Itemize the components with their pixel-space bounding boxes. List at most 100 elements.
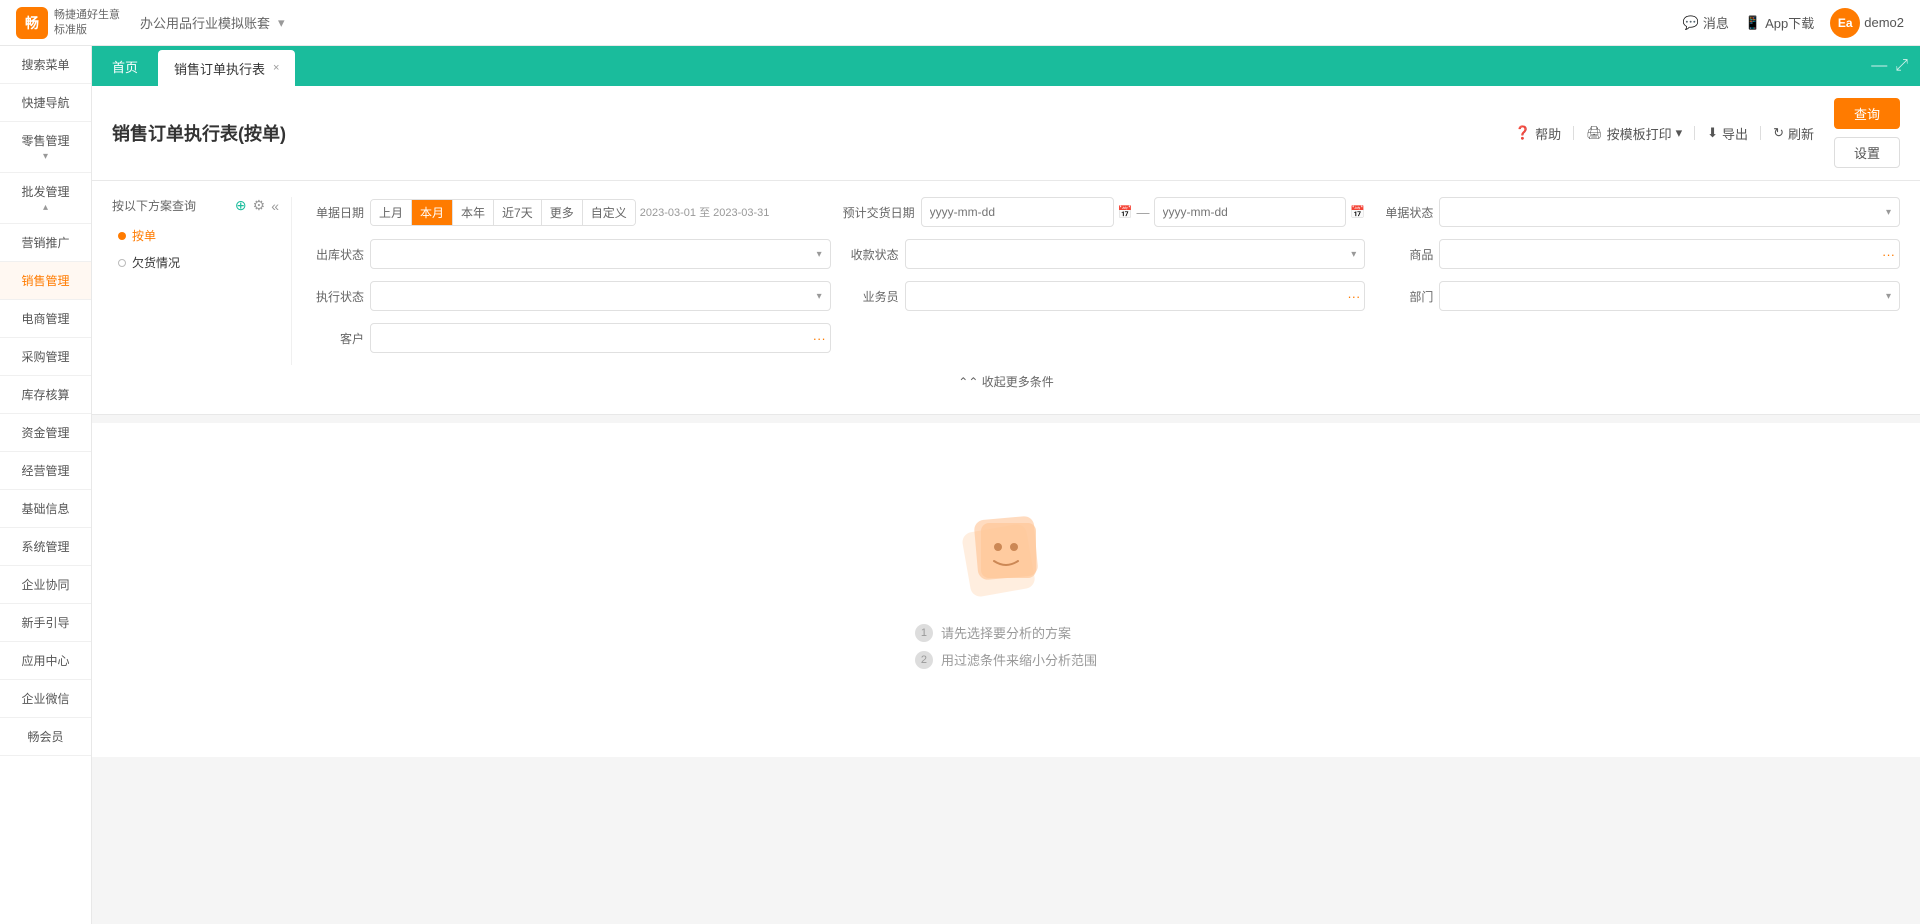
warehouse-status-label: 出库状态 bbox=[308, 246, 364, 263]
solution-item-order[interactable]: 按单 bbox=[112, 222, 279, 249]
sidebar-item-purchase[interactable]: 采购管理 bbox=[0, 338, 91, 376]
sidebar-item-enterprise[interactable]: 企业协同 bbox=[0, 566, 91, 604]
export-icon: ⬇ bbox=[1707, 125, 1718, 141]
message-icon: 💬 bbox=[1683, 15, 1699, 31]
department-dropdown[interactable]: ▾ bbox=[1439, 281, 1900, 311]
collection-status-ctrl: ▾ bbox=[905, 239, 1366, 269]
empty-state: 1 请先选择要分析的方案 2 用过滤条件来缩小分析范围 bbox=[92, 423, 1920, 757]
sidebar-item-search[interactable]: 搜索菜单 bbox=[0, 46, 91, 84]
exec-status-dropdown[interactable]: ▾ bbox=[370, 281, 831, 311]
query-button[interactable]: 查询 bbox=[1834, 98, 1900, 129]
customer-more-button[interactable]: ··· bbox=[809, 327, 830, 350]
salesperson-ctrl: ··· bbox=[905, 281, 1366, 311]
solution-header: 按以下方案查询 ⊕ ⚙ « bbox=[112, 197, 279, 214]
collapse-solution-icon[interactable]: « bbox=[271, 198, 279, 214]
date-field-label: 单据日期 bbox=[308, 204, 364, 221]
tab-close-icon[interactable]: × bbox=[273, 62, 279, 74]
expected-date-from-input[interactable] bbox=[921, 197, 1114, 227]
sidebar-item-newbie[interactable]: 新手引导 bbox=[0, 604, 91, 642]
date-field-ctrl: 上月 本月 本年 近7天 更多 自定义 2023-03-01 至 2023-03… bbox=[370, 199, 831, 226]
sidebar-item-basic[interactable]: 基础信息 bbox=[0, 490, 91, 528]
status-dropdown[interactable]: ▾ bbox=[1439, 197, 1900, 227]
date-tab-more[interactable]: 更多 bbox=[542, 200, 583, 225]
empty-tips-list: 1 请先选择要分析的方案 2 用过滤条件来缩小分析范围 bbox=[915, 623, 1097, 677]
sidebar-item-sales[interactable]: 销售管理 bbox=[0, 262, 91, 300]
sidebar-item-wechat[interactable]: 企业微信 bbox=[0, 680, 91, 718]
settings-solution-icon[interactable]: ⚙ bbox=[253, 197, 266, 214]
sidebar: 搜索菜单 快捷导航 零售管理 ▾ 批发管理 ▴ 营销推广 销售管理 电商管理 采… bbox=[0, 46, 92, 924]
goods-input[interactable] bbox=[1440, 249, 1878, 259]
expected-date-to-input[interactable] bbox=[1154, 197, 1347, 227]
tab-minimize-button[interactable]: — bbox=[1871, 57, 1887, 75]
message-button[interactable]: 💬 消息 bbox=[1683, 13, 1729, 32]
tab-sales-order[interactable]: 销售订单执行表 × bbox=[158, 50, 295, 86]
status-field-label: 单据状态 bbox=[1377, 204, 1433, 221]
add-solution-icon[interactable]: ⊕ bbox=[235, 197, 247, 214]
tip-num-1: 1 bbox=[915, 624, 933, 642]
filter-row-3: 执行状态 ▾ 业务员 bbox=[308, 281, 1900, 311]
help-button[interactable]: ❓ 帮助 bbox=[1515, 124, 1561, 143]
filter-fields: 单据日期 上月 本月 本年 近7天 更多 bbox=[292, 197, 1900, 365]
print-dropdown-icon[interactable]: ▾ bbox=[1676, 125, 1683, 141]
date-tab-7days[interactable]: 近7天 bbox=[494, 200, 542, 225]
dept-dropdown-arrow: ▾ bbox=[1886, 291, 1891, 302]
wholesale-expand-icon: ▴ bbox=[4, 202, 87, 213]
sidebar-item-marketing[interactable]: 营销推广 bbox=[0, 224, 91, 262]
divider2 bbox=[1694, 126, 1695, 140]
print-button[interactable]: 🖨 按模板打印 ▾ bbox=[1586, 124, 1682, 143]
refresh-button[interactable]: ↻ 刷新 bbox=[1773, 124, 1814, 143]
expected-date-ctrl: 📅 — 📅 bbox=[921, 197, 1366, 227]
divider1 bbox=[1573, 126, 1574, 140]
filter-field-customer: 客户 ··· bbox=[308, 323, 831, 353]
date-tab-this-month[interactable]: 本月 bbox=[412, 200, 453, 225]
date-tab-custom[interactable]: 自定义 bbox=[583, 200, 635, 225]
date-tab-this-year[interactable]: 本年 bbox=[453, 200, 494, 225]
collapse-row: ⌃⌃ 收起更多条件 bbox=[112, 365, 1900, 398]
date-range-dash: — bbox=[1137, 205, 1150, 220]
salesperson-more-button[interactable]: ··· bbox=[1343, 285, 1364, 308]
collection-status-dropdown[interactable]: ▾ bbox=[905, 239, 1366, 269]
customer-input[interactable] bbox=[371, 333, 809, 343]
collection-status-label: 收款状态 bbox=[843, 246, 899, 263]
sidebar-item-wholesale[interactable]: 批发管理 ▴ bbox=[0, 173, 91, 224]
app-download-button[interactable]: 📱 App下载 bbox=[1745, 13, 1814, 32]
solution-item-shortage[interactable]: 欠货情况 bbox=[112, 249, 279, 276]
print-icon: 🖨 bbox=[1586, 125, 1603, 141]
user-profile[interactable]: Ea demo2 bbox=[1830, 8, 1904, 38]
sidebar-item-inventory[interactable]: 库存核算 bbox=[0, 376, 91, 414]
sidebar-item-operations[interactable]: 经营管理 bbox=[0, 452, 91, 490]
tab-home[interactable]: 首页 bbox=[92, 46, 158, 86]
filter-field-goods: 商品 ··· bbox=[1377, 239, 1900, 269]
collapse-button[interactable]: ⌃⌃ 收起更多条件 bbox=[958, 375, 1053, 389]
sidebar-item-quick-nav[interactable]: 快捷导航 bbox=[0, 84, 91, 122]
date-tab-last-month[interactable]: 上月 bbox=[371, 200, 412, 225]
sidebar-item-ecommerce[interactable]: 电商管理 bbox=[0, 300, 91, 338]
setting-button[interactable]: 设置 bbox=[1834, 137, 1900, 168]
tab-bar: 首页 销售订单执行表 × — ⤢ bbox=[92, 46, 1920, 86]
solution-dot-active bbox=[118, 232, 126, 240]
breadcrumb-arrow[interactable]: ▾ bbox=[278, 15, 285, 31]
sidebar-item-system[interactable]: 系统管理 bbox=[0, 528, 91, 566]
filter-field-doc-status: 单据状态 ▾ bbox=[1377, 197, 1900, 227]
salesperson-input[interactable] bbox=[906, 291, 1344, 301]
goods-more-button[interactable]: ··· bbox=[1878, 243, 1899, 266]
filter-field-expected-date: 预计交货日期 📅 — 📅 bbox=[843, 197, 1366, 227]
goods-label: 商品 bbox=[1377, 246, 1433, 263]
warehouse-status-dropdown[interactable]: ▾ bbox=[370, 239, 831, 269]
sidebar-item-member[interactable]: 畅会员 bbox=[0, 718, 91, 756]
page-title: 销售订单执行表(按单) bbox=[112, 120, 286, 146]
empty-tip-2: 2 用过滤条件来缩小分析范围 bbox=[915, 650, 1097, 669]
customer-ctrl: ··· bbox=[370, 323, 831, 353]
tab-maximize-button[interactable]: ⤢ bbox=[1895, 57, 1908, 75]
sidebar-item-retail[interactable]: 零售管理 ▾ bbox=[0, 122, 91, 173]
calendar-to-icon: 📅 bbox=[1350, 205, 1365, 219]
filter-field-date: 单据日期 上月 本月 本年 近7天 更多 bbox=[308, 197, 831, 227]
page-header-actions: ❓ 帮助 🖨 按模板打印 ▾ ⬇ 导出 bbox=[1515, 98, 1900, 168]
logo-area: 畅 畅捷通好生意 标准版 bbox=[16, 7, 120, 39]
export-button[interactable]: ⬇ 导出 bbox=[1707, 124, 1748, 143]
expected-date-label: 预计交货日期 bbox=[843, 204, 915, 221]
top-bar-right: 💬 消息 📱 App下载 Ea demo2 bbox=[1683, 8, 1904, 38]
sidebar-item-finance[interactable]: 资金管理 bbox=[0, 414, 91, 452]
filter-row-1: 单据日期 上月 本月 本年 近7天 更多 bbox=[308, 197, 1900, 227]
sidebar-item-apps[interactable]: 应用中心 bbox=[0, 642, 91, 680]
